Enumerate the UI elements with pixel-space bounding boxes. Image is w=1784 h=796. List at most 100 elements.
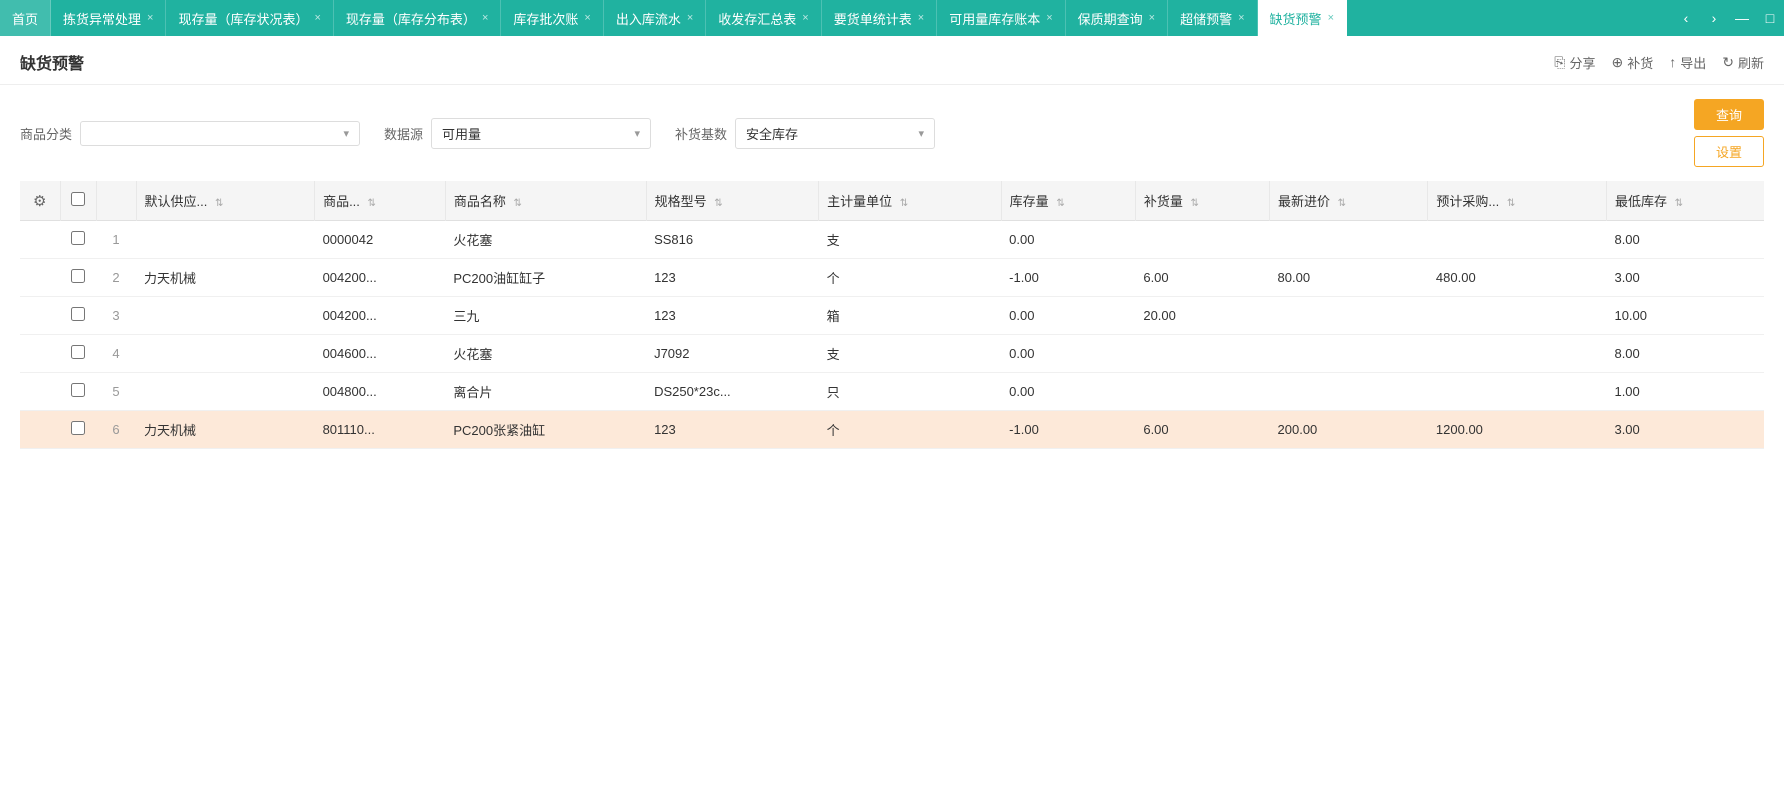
table-row: 1 0000042 火花塞 SS816 支 0.00 8.00 <box>20 221 1764 259</box>
table-container: ⚙ 默认供应... ⇅ 商品... ⇅ <box>0 181 1784 449</box>
col-header-product-code[interactable]: 商品... ⇅ <box>315 181 446 221</box>
row-min-stock: 10.00 <box>1606 297 1764 335</box>
row-replenish-qty <box>1135 335 1269 373</box>
row-supplier: 力天机械 <box>136 411 315 449</box>
tab-abnormal[interactable]: 拣货异常处理 × <box>51 0 166 36</box>
tab-close-overstock[interactable]: × <box>1238 12 1244 24</box>
page-header: 缺货预警 ⎘ 分享 ⊕ 补货 ↑ 导出 ↻ 刷新 <box>0 36 1784 85</box>
tab-expiry[interactable]: 保质期查询 × <box>1066 0 1168 36</box>
col-header-checkbox[interactable] <box>60 181 96 221</box>
row-checkbox-cell[interactable] <box>60 221 96 259</box>
refresh-button[interactable]: ↻ 刷新 <box>1722 53 1764 72</box>
row-checkbox[interactable] <box>71 383 85 397</box>
row-checkbox-cell[interactable] <box>60 373 96 411</box>
export-button[interactable]: ↑ 导出 <box>1669 53 1706 72</box>
row-settings-cell <box>20 297 60 335</box>
tab-close-shortage[interactable]: × <box>1328 12 1334 24</box>
tab-inout-flow[interactable]: 出入库流水 × <box>604 0 706 36</box>
tab-close-inventory-dist[interactable]: × <box>482 12 488 24</box>
minimize-button[interactable]: — <box>1728 0 1756 36</box>
row-index: 3 <box>96 297 136 335</box>
row-checkbox-cell[interactable] <box>60 297 96 335</box>
table-row: 6 力天机械 801110... PC200张紧油缸 123 个 -1.00 6… <box>20 411 1764 449</box>
tab-close-receive-summary[interactable]: × <box>802 12 808 24</box>
row-stock: -1.00 <box>1001 259 1135 297</box>
category-select[interactable]: ▾ <box>80 121 360 146</box>
row-product-code: 0000042 <box>315 221 446 259</box>
tab-shortage[interactable]: 缺货预警 × <box>1258 0 1347 36</box>
replenish-base-label: 补货基数 <box>675 124 727 143</box>
header-actions: ⎘ 分享 ⊕ 补货 ↑ 导出 ↻ 刷新 <box>1554 53 1764 72</box>
row-unit: 个 <box>819 411 1002 449</box>
main-content: 缺货预警 ⎘ 分享 ⊕ 补货 ↑ 导出 ↻ 刷新 商品分类 <box>0 36 1784 796</box>
row-checkbox[interactable] <box>71 307 85 321</box>
sort-product-name-icon: ⇅ <box>514 198 522 209</box>
row-checkbox-cell[interactable] <box>60 335 96 373</box>
row-checkbox[interactable] <box>71 231 85 245</box>
tab-receive-summary[interactable]: 收发存汇总表 × <box>706 0 821 36</box>
tab-order-stats[interactable]: 要货单统计表 × <box>822 0 937 36</box>
col-header-min-stock[interactable]: 最低库存 ⇅ <box>1606 181 1764 221</box>
tab-close-inout-flow[interactable]: × <box>687 12 693 24</box>
page-title: 缺货预警 <box>20 50 84 74</box>
col-header-estimated-purchase[interactable]: 预计采购... ⇅ <box>1428 181 1607 221</box>
row-min-stock: 1.00 <box>1606 373 1764 411</box>
col-header-index <box>96 181 136 221</box>
datasource-select-value: 可用量 <box>442 124 626 143</box>
row-unit: 箱 <box>819 297 1002 335</box>
row-product-code: 004200... <box>315 259 446 297</box>
row-checkbox[interactable] <box>71 421 85 435</box>
tab-available-ledger[interactable]: 可用量库存账本 × <box>937 0 1065 36</box>
row-index: 4 <box>96 335 136 373</box>
tab-close-batch-account[interactable]: × <box>584 12 590 24</box>
row-stock: 0.00 <box>1001 297 1135 335</box>
col-header-product-name[interactable]: 商品名称 ⇅ <box>445 181 646 221</box>
row-checkbox[interactable] <box>71 269 85 283</box>
tab-inventory-dist[interactable]: 现存量（库存分布表） × <box>334 0 501 36</box>
tab-close-inventory-status[interactable]: × <box>314 12 320 24</box>
row-product-name: PC200油缸缸子 <box>445 259 646 297</box>
row-estimated-purchase: 480.00 <box>1428 259 1607 297</box>
select-all-checkbox[interactable] <box>71 192 85 206</box>
share-button[interactable]: ⎘ 分享 <box>1554 53 1595 72</box>
row-checkbox-cell[interactable] <box>60 259 96 297</box>
refresh-icon: ↻ <box>1722 54 1734 71</box>
tab-next-button[interactable]: › <box>1700 0 1728 36</box>
replenish-button[interactable]: ⊕ 补货 <box>1611 53 1653 72</box>
row-product-code: 004600... <box>315 335 446 373</box>
tab-prev-button[interactable]: ‹ <box>1672 0 1700 36</box>
col-header-spec[interactable]: 规格型号 ⇅ <box>646 181 819 221</box>
sort-supplier-icon: ⇅ <box>215 198 223 209</box>
maximize-button[interactable]: □ <box>1756 0 1784 36</box>
col-header-stock[interactable]: 库存量 ⇅ <box>1001 181 1135 221</box>
tab-close-order-stats[interactable]: × <box>918 12 924 24</box>
col-header-supplier[interactable]: 默认供应... ⇅ <box>136 181 315 221</box>
tab-batch-account[interactable]: 库存批次账 × <box>501 0 603 36</box>
query-button[interactable]: 查询 <box>1694 99 1764 130</box>
row-latest-price <box>1270 221 1428 259</box>
col-header-latest-price[interactable]: 最新进价 ⇅ <box>1270 181 1428 221</box>
row-estimated-purchase <box>1428 297 1607 335</box>
datasource-label: 数据源 <box>384 124 423 143</box>
col-header-settings[interactable]: ⚙ <box>20 181 60 221</box>
replenish-base-select-value: 安全库存 <box>746 124 910 143</box>
col-header-unit[interactable]: 主计量单位 ⇅ <box>819 181 1002 221</box>
settings-button[interactable]: 设置 <box>1694 136 1764 167</box>
row-checkbox-cell[interactable] <box>60 411 96 449</box>
row-estimated-purchase <box>1428 373 1607 411</box>
tab-close-available-ledger[interactable]: × <box>1046 12 1052 24</box>
tab-inventory-status[interactable]: 现存量（库存状况表） × <box>166 0 333 36</box>
tab-close-expiry[interactable]: × <box>1149 12 1155 24</box>
row-spec: DS250*23c... <box>646 373 819 411</box>
col-header-replenish-qty[interactable]: 补货量 ⇅ <box>1135 181 1269 221</box>
replenish-base-select[interactable]: 安全库存 ▾ <box>735 118 935 149</box>
tab-home[interactable]: 首页 <box>0 0 51 36</box>
tab-close-abnormal[interactable]: × <box>147 12 153 24</box>
tab-overstock[interactable]: 超储预警 × <box>1168 0 1257 36</box>
datasource-select[interactable]: 可用量 ▾ <box>431 118 651 149</box>
gear-icon[interactable]: ⚙ <box>33 192 46 210</box>
row-checkbox[interactable] <box>71 345 85 359</box>
sort-replenish-qty-icon: ⇅ <box>1190 198 1198 209</box>
replenish-base-dropdown-icon: ▾ <box>919 127 925 140</box>
row-replenish-qty <box>1135 221 1269 259</box>
